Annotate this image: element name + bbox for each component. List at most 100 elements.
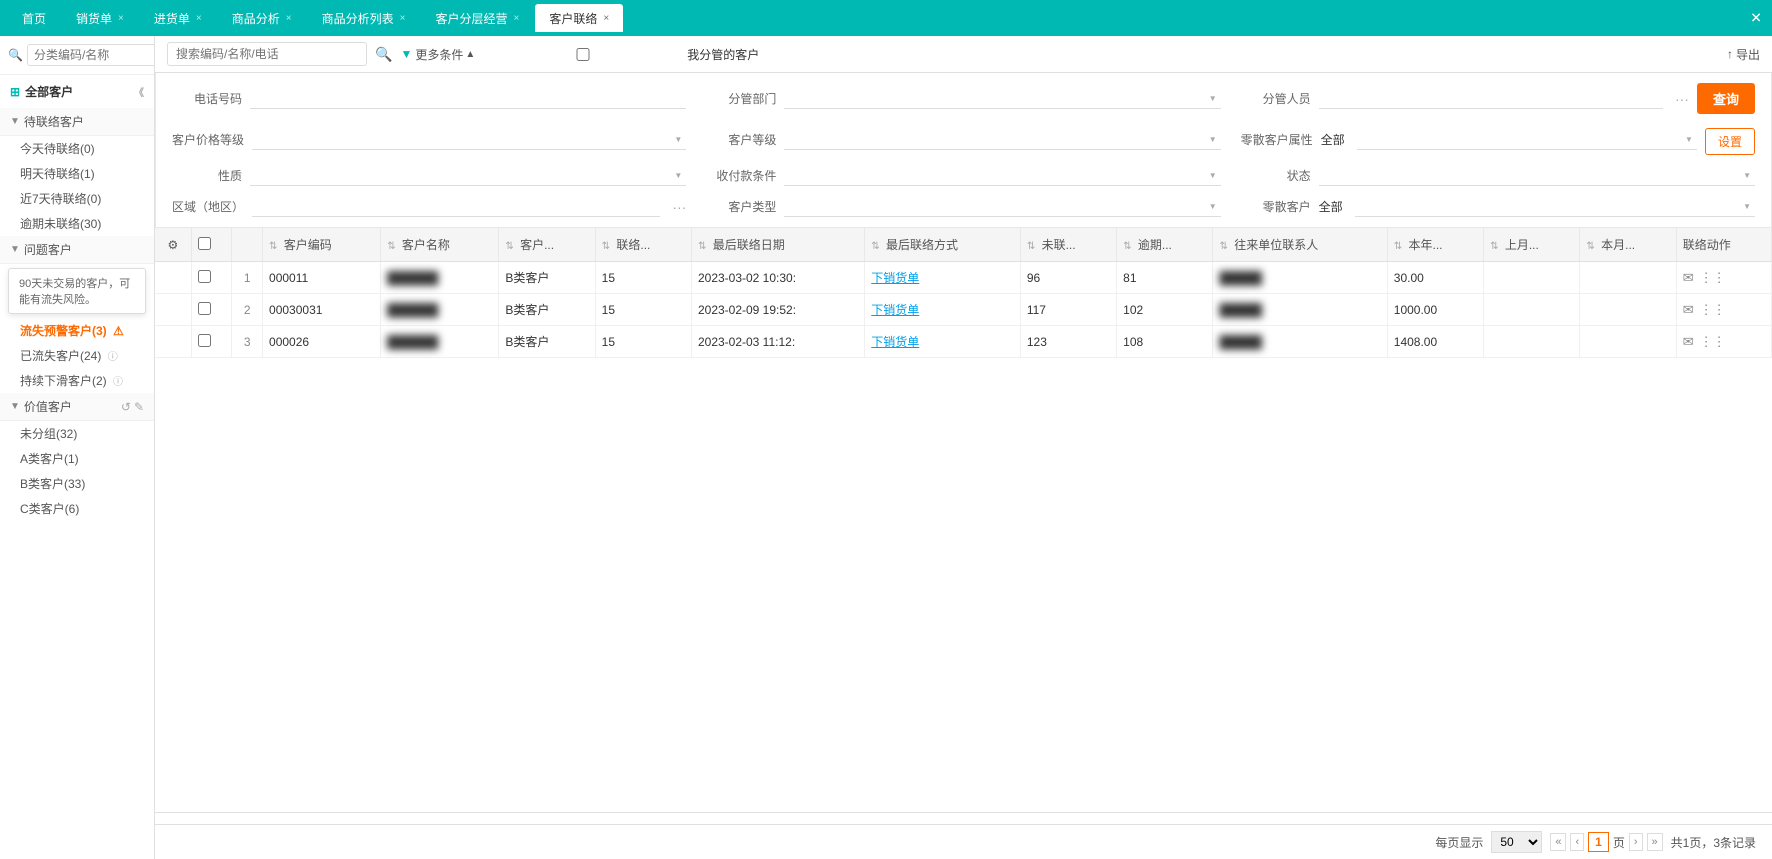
filter-zero-attr-select[interactable] (1357, 129, 1697, 150)
query-button[interactable]: 查询 (1697, 83, 1755, 114)
tab-purchase[interactable]: 进货单 × (140, 4, 216, 32)
row-last-contact-method[interactable]: 下销货单 (865, 294, 1021, 326)
export-button[interactable]: ↑ 导出 (1727, 46, 1760, 63)
tab-sales-close[interactable]: × (118, 13, 124, 24)
sidebar-item-today[interactable]: 今天待联络(0) (0, 136, 154, 161)
tab-customer-contact[interactable]: 客户联络 × (535, 4, 623, 32)
col-contact[interactable]: 联络... (595, 228, 691, 262)
col-this-year[interactable]: 本年... (1387, 228, 1483, 262)
refresh-icon[interactable]: ↺ (121, 400, 131, 414)
filter-dept-select[interactable] (784, 88, 1220, 109)
col-overdue[interactable]: 逾期... (1117, 228, 1213, 262)
row-checkbox[interactable] (191, 326, 232, 358)
row-check-1[interactable] (198, 302, 211, 315)
next-page-button[interactable]: › (1629, 833, 1643, 851)
row-gear[interactable] (155, 294, 191, 326)
row-last-contact-method[interactable]: 下销货单 (865, 262, 1021, 294)
filter-zero-customer-select[interactable] (1355, 196, 1755, 217)
tab-analysis-list-close[interactable]: × (400, 13, 406, 24)
row-no-contact-days: 123 (1020, 326, 1116, 358)
filter-row-zero-customer: 零散客户 全部 (1241, 196, 1755, 217)
tab-customer-contact-close[interactable]: × (603, 13, 609, 24)
all-customers-header[interactable]: ⊞ 全部客户 《 (0, 75, 154, 108)
drop-info-icon: ⓘ (113, 377, 123, 388)
filter-customer-level-select[interactable] (784, 129, 1220, 150)
col-this-month[interactable]: 本月... (1580, 228, 1676, 262)
filter-area-more[interactable]: ··· (672, 199, 686, 215)
col-code[interactable]: 客户编码 (263, 228, 381, 262)
more-action-icon[interactable]: ⋮⋮ (1700, 302, 1726, 318)
sidebar-group-pending-header[interactable]: ▼ 待联络客户 (0, 108, 154, 136)
col-last-month[interactable]: 上月... (1484, 228, 1580, 262)
contact-action-icon[interactable]: ✉ (1683, 302, 1694, 318)
sidebar-item-churned[interactable]: 已流失客户(24) ⓘ (0, 343, 154, 368)
filter-customer-type-select[interactable] (784, 196, 1220, 217)
tab-customer-segment-close[interactable]: × (513, 13, 519, 24)
contact-action-icon[interactable]: ✉ (1683, 334, 1694, 350)
row-gear[interactable] (155, 262, 191, 294)
tab-analysis[interactable]: 商品分析 × (218, 4, 306, 32)
col-name[interactable]: 客户名称 (381, 228, 499, 262)
col-gear[interactable]: ⚙ (155, 228, 191, 262)
col-checkbox-header[interactable] (191, 228, 232, 262)
filter-gender-select[interactable] (250, 165, 686, 186)
my-customers-check[interactable] (483, 48, 683, 61)
my-customers-checkbox[interactable]: 我分管的客户 (483, 46, 759, 63)
filter-phone-input[interactable] (250, 88, 686, 109)
sidebar-item-type-b[interactable]: B类客户(33) (0, 471, 154, 496)
sidebar-item-week[interactable]: 近7天待联络(0) (0, 186, 154, 211)
filter-price-level-select[interactable] (252, 129, 686, 150)
filter-row-phone: 电话号码 (172, 83, 686, 114)
filter-manager-input[interactable] (1319, 88, 1663, 109)
sidebar-item-type-a[interactable]: A类客户(1) (0, 446, 154, 471)
filter-toggle[interactable]: ▼ 更多条件 ▲ (400, 46, 475, 63)
sidebar-group-value-header[interactable]: ▼ 价值客户 ↺ ✎ (0, 393, 154, 421)
tab-sales[interactable]: 销货单 × (62, 4, 138, 32)
edit-icon[interactable]: ✎ (134, 400, 144, 414)
tab-analysis-close[interactable]: × (286, 13, 292, 24)
more-action-icon[interactable]: ⋮⋮ (1700, 334, 1726, 350)
col-no-contact[interactable]: 未联... (1020, 228, 1116, 262)
more-action-icon[interactable]: ⋮⋮ (1700, 270, 1726, 286)
filter-payment-select[interactable] (784, 165, 1220, 186)
contact-action-icon[interactable]: ✉ (1683, 270, 1694, 286)
sidebar-group-churn-header[interactable]: ▼ 问题客户 (0, 236, 154, 264)
row-this-month (1580, 326, 1676, 358)
col-last-contact-method[interactable]: 最后联络方式 (865, 228, 1021, 262)
row-checkbox[interactable] (191, 262, 232, 294)
col-customer-type[interactable]: 客户... (499, 228, 595, 262)
row-check-0[interactable] (198, 270, 211, 283)
filter-manager-more[interactable]: ··· (1675, 91, 1689, 107)
row-gear[interactable] (155, 326, 191, 358)
scrollbar-area[interactable] (155, 812, 1772, 824)
filter-area-input[interactable] (252, 196, 660, 217)
first-page-button[interactable]: « (1550, 833, 1566, 851)
sidebar-item-continuous-drop[interactable]: 持续下滑客户(2) ⓘ (0, 368, 154, 393)
search-input[interactable] (167, 42, 367, 66)
col-last-contact-date[interactable]: 最后联络日期 (691, 228, 864, 262)
row-unit-contact: █████ (1213, 262, 1387, 294)
prev-page-button[interactable]: ‹ (1570, 833, 1584, 851)
filter-status-select[interactable] (1319, 165, 1755, 186)
sidebar-search-input[interactable] (27, 44, 155, 66)
window-close-button[interactable]: ✕ (1750, 10, 1762, 27)
sidebar-item-unsorted[interactable]: 未分组(32) (0, 421, 154, 446)
select-all-checkbox[interactable] (198, 237, 211, 250)
settings-button[interactable]: 设置 (1705, 128, 1755, 155)
tab-customer-segment[interactable]: 客户分层经营 × (421, 4, 533, 32)
sidebar-item-churn-risk[interactable]: 流失预警客户(3) ⚠ (0, 318, 154, 343)
row-check-2[interactable] (198, 334, 211, 347)
tab-purchase-close[interactable]: × (196, 13, 202, 24)
col-unit-contact[interactable]: 往来单位联系人 (1213, 228, 1387, 262)
tab-analysis-list[interactable]: 商品分析列表 × (308, 4, 420, 32)
page-size-select[interactable]: 50 100 (1491, 831, 1542, 853)
search-button[interactable]: 🔍 (375, 46, 392, 63)
last-page-button[interactable]: » (1647, 833, 1663, 851)
row-last-contact-method[interactable]: 下销货单 (865, 326, 1021, 358)
row-this-month (1580, 294, 1676, 326)
sidebar-item-overdue[interactable]: 逾期未联络(30) (0, 211, 154, 236)
tab-home[interactable]: 首页 (8, 4, 60, 32)
sidebar-item-tomorrow[interactable]: 明天待联络(1) (0, 161, 154, 186)
row-checkbox[interactable] (191, 294, 232, 326)
sidebar-item-type-c[interactable]: C类客户(6) (0, 496, 154, 521)
